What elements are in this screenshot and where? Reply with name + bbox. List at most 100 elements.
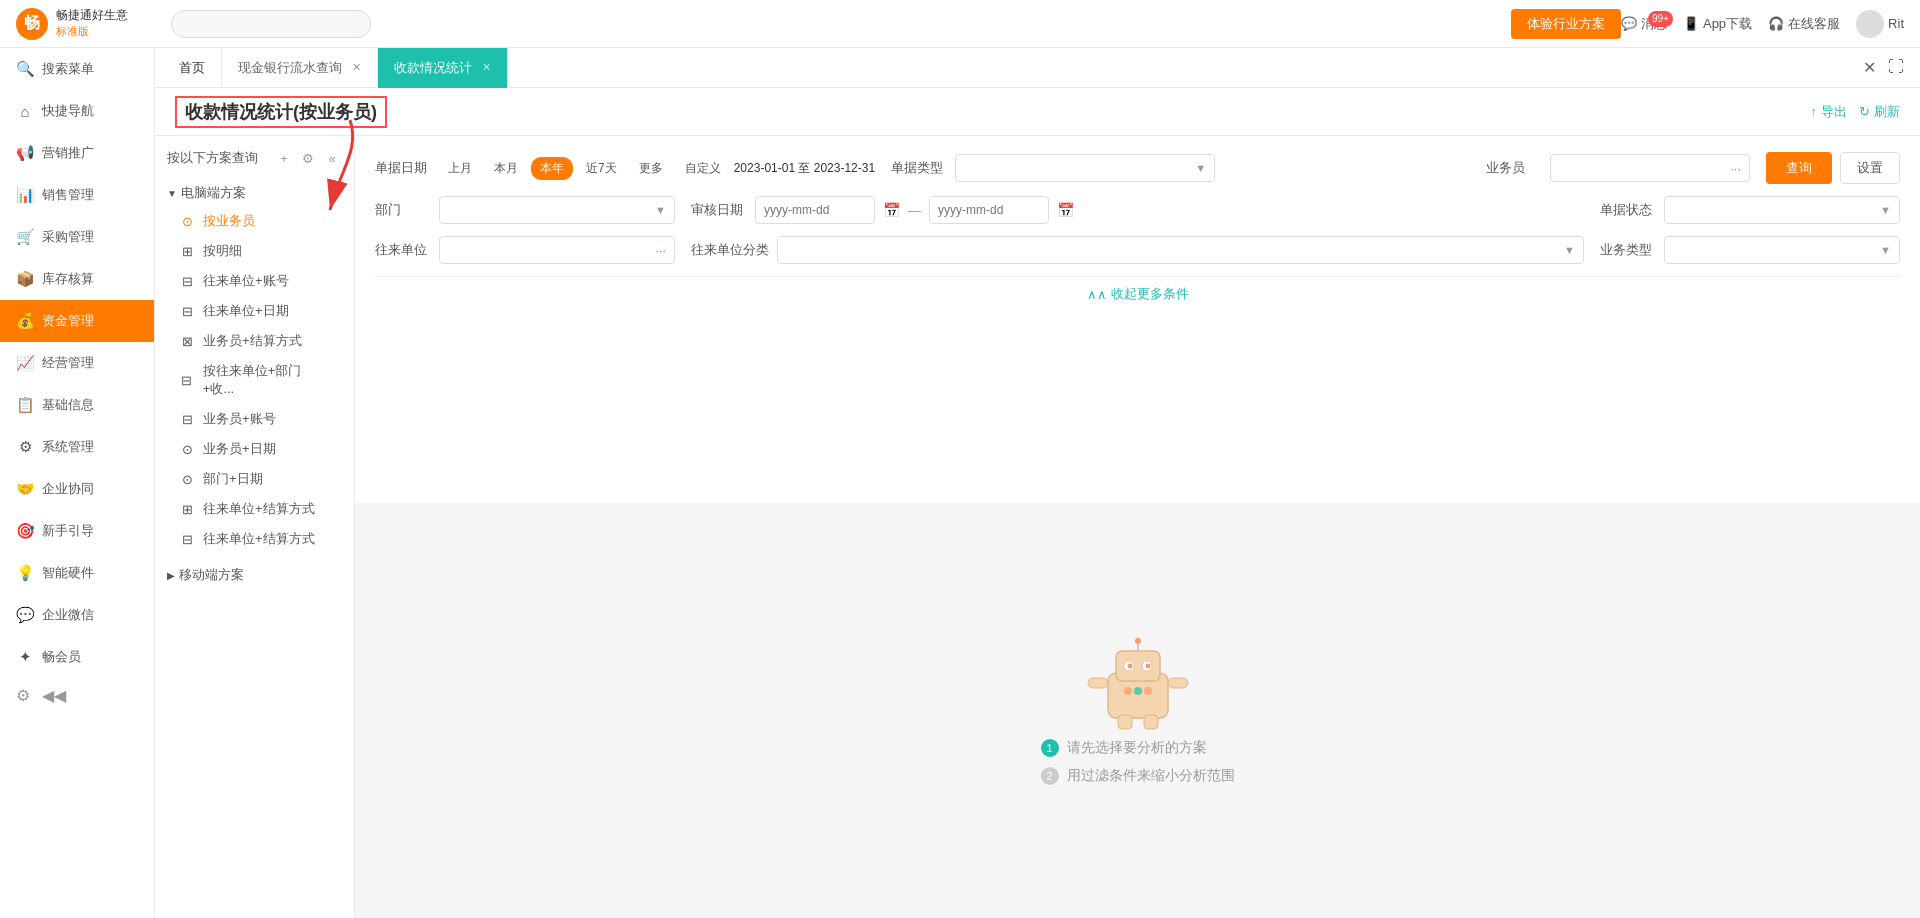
sidebar-item-member[interactable]: ✦ 畅会员: [0, 636, 154, 678]
sidebar-bottom-actions: ⚙ ◀◀: [0, 678, 154, 713]
message-action[interactable]: 💬 消息 99+: [1621, 15, 1667, 33]
logo-name: 畅捷通好生意: [56, 8, 128, 24]
scheme-item-salesman-date[interactable]: ⊙ 业务员+日期: [155, 434, 354, 464]
query-button[interactable]: 查询: [1766, 152, 1832, 184]
logo-area: 畅 畅捷通好生意 标准版: [16, 8, 171, 40]
partner-input[interactable]: ···: [439, 236, 675, 264]
scheme-item-icon: ⊙: [179, 213, 195, 229]
date-label: 单据日期: [375, 159, 431, 177]
calendar-icon[interactable]: 📅: [1057, 202, 1074, 218]
refresh-button[interactable]: ↻ 刷新: [1859, 103, 1900, 121]
date-tab-this-year[interactable]: 本年: [531, 157, 573, 180]
sidebar-item-basic[interactable]: 📋 基础信息: [0, 384, 154, 426]
trial-button[interactable]: 体验行业方案: [1511, 9, 1621, 39]
scheme-item-icon: ⊟: [179, 273, 195, 289]
sidebar-item-purchase[interactable]: 🛒 采购管理: [0, 216, 154, 258]
date-range-text: 2023-01-01 至 2023-12-31: [734, 160, 875, 177]
date-tab-this-month[interactable]: 本月: [485, 157, 527, 180]
scheme-group-mobile: ▶ 移动端方案: [155, 558, 354, 592]
sidebar-item-label: 新手引导: [42, 522, 94, 540]
filter-row-1: 单据日期 上月 本月 本年 近7天 更多 自定义 20: [375, 152, 1900, 184]
purchase-icon: 🛒: [16, 228, 34, 246]
scheme-item-partner-payment1[interactable]: ⊞ 往来单位+结算方式: [155, 494, 354, 524]
more-icon[interactable]: ···: [655, 243, 666, 258]
scheme-item-icon: ⊙: [179, 441, 195, 457]
sidebar-gear-icon[interactable]: ⚙: [16, 686, 30, 705]
export-button[interactable]: ↑ 导出: [1811, 103, 1848, 121]
date-control: 上月 本月 本年 近7天 更多 自定义 2023-01-01 至 2023-12…: [439, 157, 875, 180]
biz-type-select[interactable]: ▼: [1664, 236, 1900, 264]
page-header: 收款情况统计(按业务员) ↑ 导出 ↻ 刷新: [155, 88, 1920, 136]
sidebar-item-finance[interactable]: 💰 资金管理: [0, 300, 154, 342]
scheme-item-partner-payment2[interactable]: ⊟ 往来单位+结算方式: [155, 524, 354, 554]
scheme-item-salesman-payment[interactable]: ⊠ 业务员+结算方式: [155, 326, 354, 356]
scheme-group-mobile-title[interactable]: ▶ 移动端方案: [155, 562, 354, 588]
tab-collection-label: 收款情况统计: [394, 59, 472, 77]
sidebar-item-label: 搜索菜单: [42, 60, 94, 78]
user-area[interactable]: Rit: [1856, 10, 1904, 38]
page-title: 收款情况统计(按业务员): [175, 96, 387, 128]
tab-bank[interactable]: 现金银行流水查询 ✕: [222, 48, 378, 88]
tab-home[interactable]: 首页: [163, 48, 222, 88]
scheme-item-by-detail[interactable]: ⊞ 按明细: [155, 236, 354, 266]
empty-tips: 请先选择要分析的方案 用过滤条件来缩小分析范围: [1041, 733, 1235, 789]
scheme-item-label: 往来单位+账号: [203, 272, 289, 290]
settings-button[interactable]: 设置: [1840, 152, 1900, 184]
sidebar-item-marketing[interactable]: 📢 营销推广: [0, 132, 154, 174]
tab-collection[interactable]: 收款情况统计 ✕: [378, 48, 508, 88]
sidebar-item-enterprise[interactable]: 🤝 企业协同: [0, 468, 154, 510]
collapse-label: 收起更多条件: [1111, 285, 1189, 303]
scheme-settings-button[interactable]: ⚙: [298, 148, 318, 168]
doc-type-select[interactable]: ▼: [955, 154, 1215, 182]
scheme-item-partner-account[interactable]: ⊟ 往来单位+账号: [155, 266, 354, 296]
sidebar-item-hardware[interactable]: 💡 智能硬件: [0, 552, 154, 594]
sidebar-item-search-menu[interactable]: 🔍 搜索菜单: [0, 48, 154, 90]
calendar-icon[interactable]: 📅: [883, 202, 900, 218]
tab-bank-close[interactable]: ✕: [352, 61, 361, 74]
right-panel: 单据日期 上月 本月 本年 近7天 更多 自定义 20: [355, 136, 1920, 918]
sidebar-item-sales[interactable]: 📊 销售管理: [0, 174, 154, 216]
scheme-item-partner-dept[interactable]: ⊟ 按往来单位+部门+收...: [155, 356, 354, 404]
date-tab-custom[interactable]: 自定义: [676, 157, 730, 180]
scheme-item-salesman-account[interactable]: ⊟ 业务员+账号: [155, 404, 354, 434]
scheme-collapse-button[interactable]: «: [322, 148, 342, 168]
tab-expand-icon[interactable]: ⛶: [1888, 58, 1904, 77]
date-tab-more[interactable]: 更多: [630, 157, 672, 180]
date-tab-last-month[interactable]: 上月: [439, 157, 481, 180]
tab-close-all-icon[interactable]: ✕: [1863, 58, 1876, 77]
scheme-item-dept-date[interactable]: ⊙ 部门+日期: [155, 464, 354, 494]
sidebar-item-system[interactable]: ⚙ 系统管理: [0, 426, 154, 468]
more-icon[interactable]: ···: [1730, 161, 1741, 176]
review-date-from[interactable]: [755, 196, 875, 224]
review-date-to[interactable]: [929, 196, 1049, 224]
scheme-item-by-salesman[interactable]: ⊙ 按业务员: [155, 206, 354, 236]
sidebar-item-quick-nav[interactable]: ⌂ 快捷导航: [0, 90, 154, 132]
sidebar-item-inventory[interactable]: 📦 库存核算: [0, 258, 154, 300]
partner-cat-select[interactable]: ▼: [777, 236, 1584, 264]
scheme-add-button[interactable]: +: [274, 148, 294, 168]
sidebar-item-label: 快捷导航: [42, 102, 94, 120]
message-icon: 💬: [1621, 16, 1637, 31]
doc-type-label: 单据类型: [891, 159, 947, 177]
scheme-item-label: 按明细: [203, 242, 242, 260]
empty-illustration: [1078, 633, 1198, 733]
service-action[interactable]: 🎧 在线客服: [1768, 15, 1840, 33]
sidebar-item-guide[interactable]: 🎯 新手引导: [0, 510, 154, 552]
salesman-input[interactable]: ···: [1550, 154, 1750, 182]
search-input[interactable]: [171, 10, 371, 38]
scheme-item-partner-date[interactable]: ⊟ 往来单位+日期: [155, 296, 354, 326]
scheme-group-desktop-title[interactable]: ▼ 电脑端方案: [155, 180, 354, 206]
doc-status-select[interactable]: ▼: [1664, 196, 1900, 224]
sidebar-item-wechat[interactable]: 💬 企业微信: [0, 594, 154, 636]
salesman-label: 业务员: [1486, 159, 1542, 177]
chevron-down-icon: ▼: [1195, 162, 1206, 174]
logo-icon: 畅: [16, 8, 48, 40]
collapse-bar[interactable]: ∧∧ 收起更多条件: [375, 276, 1900, 311]
date-tab-7days[interactable]: 近7天: [577, 157, 626, 180]
chevron-down-icon: ▼: [1880, 204, 1891, 216]
app-download-action[interactable]: 📱 App下载: [1683, 15, 1752, 33]
sidebar-collapse-icon[interactable]: ◀◀: [42, 686, 66, 705]
dept-select[interactable]: ▼: [439, 196, 675, 224]
tab-collection-close[interactable]: ✕: [482, 61, 491, 74]
sidebar-item-operations[interactable]: 📈 经营管理: [0, 342, 154, 384]
